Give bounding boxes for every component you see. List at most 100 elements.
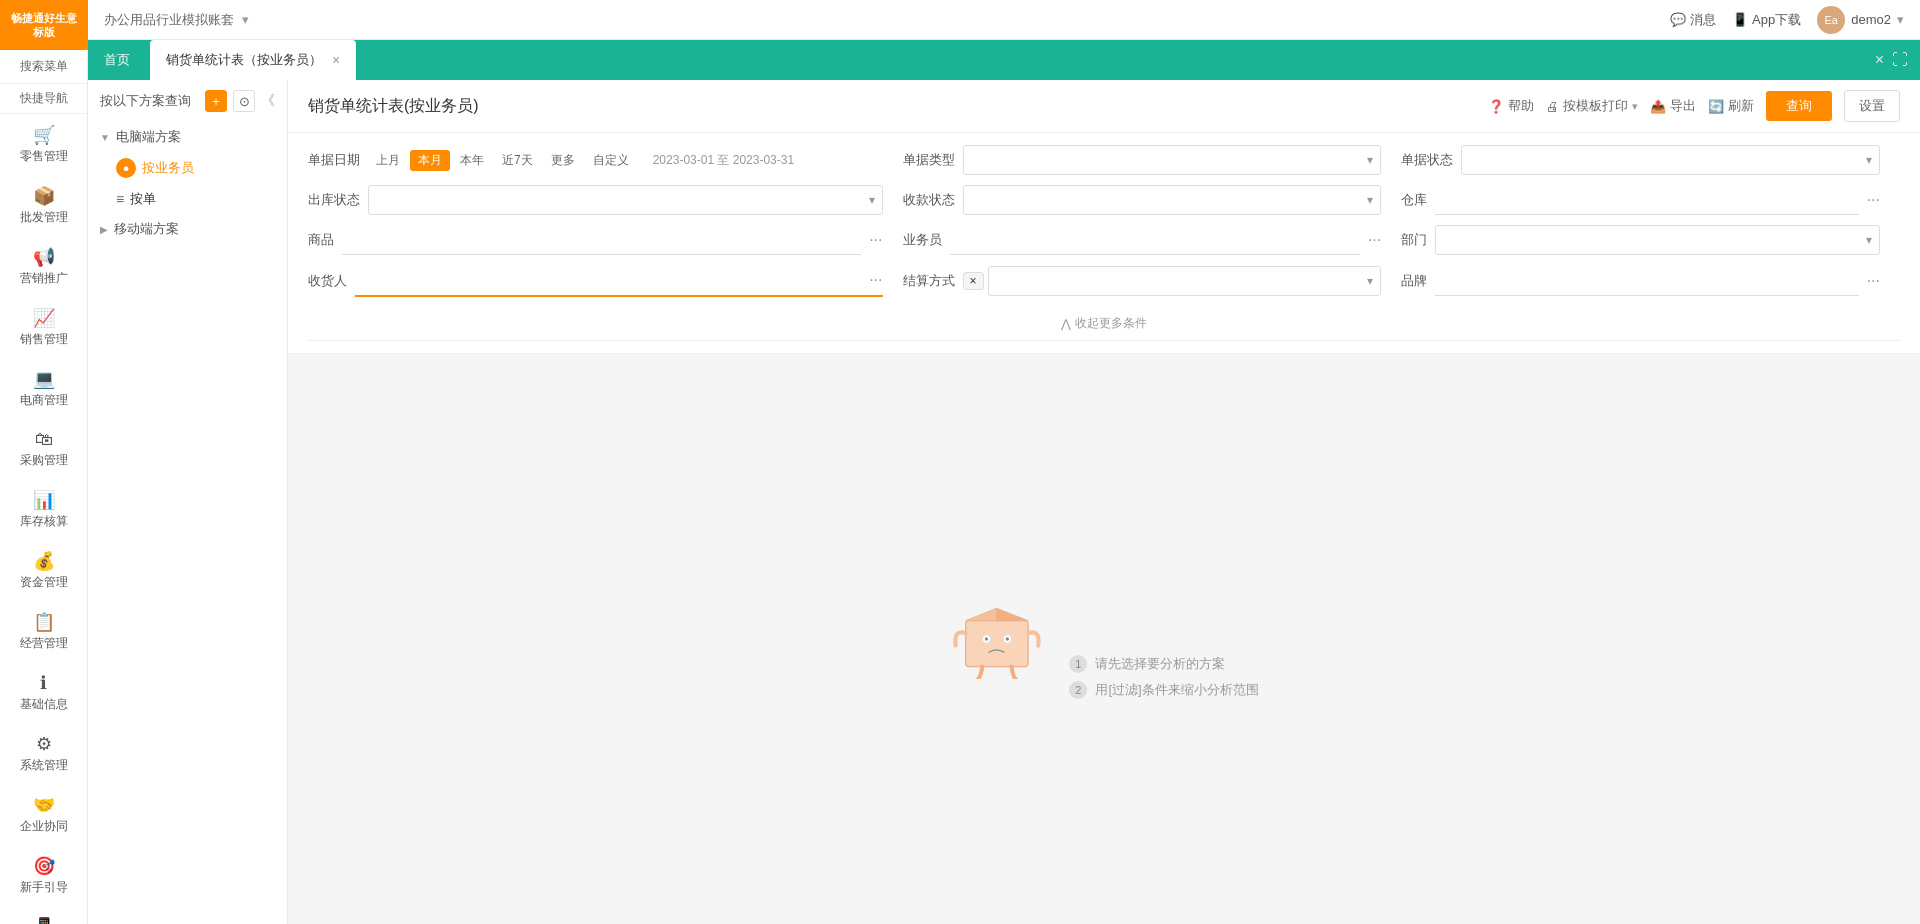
sidebar-item-marketing[interactable]: 📢 营销推广 bbox=[0, 236, 87, 297]
user-area[interactable]: Ea demo2 ▾ bbox=[1817, 6, 1904, 34]
sidebar-item-enterprise[interactable]: 🤝 企业协同 bbox=[0, 784, 87, 845]
date-tab-thismonth[interactable]: 本月 bbox=[410, 150, 450, 171]
date-tab-more[interactable]: 更多 bbox=[543, 150, 583, 171]
help-label: 帮助 bbox=[1508, 97, 1534, 115]
brand-more-icon[interactable]: ··· bbox=[1867, 272, 1880, 290]
tab-expand-btn[interactable]: ⛶ bbox=[1892, 51, 1908, 69]
export-btn[interactable]: 📤 导出 bbox=[1650, 97, 1696, 115]
sidebar-item-retail[interactable]: 🛒 零售管理 bbox=[0, 114, 87, 175]
avatar-text: Ea bbox=[1825, 14, 1838, 26]
sidebar-item-wholesale[interactable]: 📦 批发管理 bbox=[0, 175, 87, 236]
tree-item-order[interactable]: ≡ 按单 bbox=[108, 184, 287, 214]
date-tab-custom[interactable]: 自定义 bbox=[585, 150, 637, 171]
stockstatus-label: 出库状态 bbox=[308, 191, 360, 209]
sidebar-item-appcenter[interactable]: 📱 应用中心 bbox=[0, 906, 87, 924]
goods-input[interactable] bbox=[342, 225, 861, 255]
print-icon: 🖨 bbox=[1546, 99, 1559, 114]
warehouse-more-icon[interactable]: ··· bbox=[1867, 191, 1880, 209]
stockstatus-select[interactable] bbox=[368, 185, 883, 215]
receiver-input[interactable] bbox=[355, 265, 861, 295]
refresh-btn[interactable]: 🔄 刷新 bbox=[1708, 97, 1754, 115]
avatar: Ea bbox=[1817, 6, 1845, 34]
tree-item-salesman[interactable]: ● 按业务员 bbox=[108, 152, 287, 184]
tab-close-icon[interactable]: × bbox=[332, 52, 340, 68]
edit-scheme-btn[interactable]: ⊙ bbox=[233, 90, 255, 112]
sidebar-item-purchase[interactable]: 🛍 采购管理 bbox=[0, 419, 87, 479]
page-header-actions: ❓ 帮助 🖨 按模板打印 ▾ 📤 导出 🔄 刷新 bbox=[1488, 90, 1900, 132]
tree-mobile-expand-icon: ▶ bbox=[100, 224, 108, 235]
filter-group-billstatus: 单据状态 ▾ bbox=[1401, 145, 1900, 175]
tree-mobile[interactable]: ▶ 移动端方案 bbox=[88, 214, 287, 244]
date-tab-last7[interactable]: 近7天 bbox=[494, 150, 541, 171]
topbar: 办公用品行业模拟账套 ▾ 💬 消息 📱 App下载 Ea demo2 ▾ bbox=[88, 0, 1920, 40]
help-icon: ❓ bbox=[1488, 99, 1504, 114]
workspace-dropdown-icon[interactable]: ▾ bbox=[242, 12, 249, 27]
retail-icon: 🛒 bbox=[33, 124, 55, 146]
svg-point-4 bbox=[1006, 637, 1009, 640]
tab-home-label: 首页 bbox=[104, 51, 130, 69]
date-tab-thisyear[interactable]: 本年 bbox=[452, 150, 492, 171]
app-download-btn[interactable]: 📱 App下载 bbox=[1732, 11, 1801, 29]
logo-subtext: 标版 bbox=[33, 25, 55, 39]
billstatus-select[interactable] bbox=[1461, 145, 1880, 175]
tab-close-btn[interactable]: × bbox=[1875, 51, 1884, 69]
date-tab-lastmonth[interactable]: 上月 bbox=[368, 150, 408, 171]
filter-group-goods: 商品 ··· bbox=[308, 225, 903, 255]
template-print-btn[interactable]: 🖨 按模板打印 ▾ bbox=[1546, 97, 1638, 115]
export-icon: 📤 bbox=[1650, 99, 1666, 114]
system-icon: ⚙ bbox=[36, 733, 52, 755]
message-icon: 💬 bbox=[1670, 12, 1686, 27]
purchase-label: 采购管理 bbox=[20, 452, 68, 469]
filter-group-salesman: 业务员 ··· bbox=[903, 225, 1402, 255]
svg-rect-0 bbox=[966, 621, 1028, 667]
sidebar-item-newguide[interactable]: 🎯 新手引导 bbox=[0, 845, 87, 906]
page-title: 销货单统计表(按业务员) bbox=[308, 96, 479, 127]
paymentstatus-label: 收款状态 bbox=[903, 191, 955, 209]
messages-label: 消息 bbox=[1690, 11, 1716, 29]
salesman-input[interactable] bbox=[950, 225, 1360, 255]
billtype-select[interactable] bbox=[963, 145, 1382, 175]
goods-more-icon[interactable]: ··· bbox=[869, 231, 882, 249]
topbar-right: 💬 消息 📱 App下载 Ea demo2 ▾ bbox=[1670, 6, 1904, 34]
ecommerce-icon: 💻 bbox=[33, 368, 55, 390]
collapse-more-btn[interactable]: ⋀ 收起更多条件 bbox=[1049, 313, 1159, 334]
sidebar-item-ecommerce[interactable]: 💻 电商管理 bbox=[0, 358, 87, 419]
filter-row-3: 商品 ··· 业务员 ··· 部门 bbox=[308, 225, 1900, 255]
sidebar-quicknav-section[interactable]: 快捷导航 bbox=[0, 84, 87, 114]
workspace-name: 办公用品行业模拟账套 bbox=[104, 11, 234, 29]
system-label: 系统管理 bbox=[20, 757, 68, 774]
settings-button[interactable]: 设置 bbox=[1844, 90, 1900, 122]
sidebar-item-basicinfo[interactable]: ℹ 基础信息 bbox=[0, 662, 87, 723]
paymethod-select[interactable] bbox=[988, 266, 1382, 296]
billtype-label: 单据类型 bbox=[903, 151, 955, 169]
collapse-panel-btn[interactable]: 《 bbox=[261, 92, 275, 110]
user-dropdown-icon[interactable]: ▾ bbox=[1897, 12, 1904, 27]
sidebar-search-section[interactable]: 搜索菜单 bbox=[0, 50, 87, 84]
tabbar-controls: × ⛶ bbox=[1875, 51, 1920, 69]
sidebar-item-operations[interactable]: 📋 经营管理 bbox=[0, 601, 87, 662]
receiver-more-icon[interactable]: ··· bbox=[869, 271, 882, 289]
filter-group-paymentstatus: 收款状态 ▾ bbox=[903, 185, 1402, 215]
paymethod-tag-close[interactable]: × bbox=[970, 274, 977, 288]
main-area: 办公用品行业模拟账套 ▾ 💬 消息 📱 App下载 Ea demo2 ▾ 首 bbox=[88, 0, 1920, 924]
messages-btn[interactable]: 💬 消息 bbox=[1670, 11, 1716, 29]
sidebar-item-sales[interactable]: 📈 销售管理 bbox=[0, 297, 87, 358]
warehouse-input[interactable] bbox=[1435, 185, 1858, 215]
logo-text: 畅捷通好生意 bbox=[11, 11, 77, 25]
tab-sales-stat[interactable]: 销货单统计表（按业务员） × bbox=[150, 40, 356, 80]
dept-select[interactable] bbox=[1435, 225, 1880, 255]
sidebar-item-system[interactable]: ⚙ 系统管理 bbox=[0, 723, 87, 784]
brand-input[interactable] bbox=[1435, 266, 1858, 296]
tree-desktop[interactable]: ▼ 电脑端方案 bbox=[88, 122, 287, 152]
filter-group-billtype: 单据类型 ▾ bbox=[903, 145, 1402, 175]
add-scheme-btn[interactable]: + bbox=[205, 90, 227, 112]
tab-home[interactable]: 首页 bbox=[88, 40, 146, 80]
sidebar-item-finance[interactable]: 💰 资金管理 bbox=[0, 540, 87, 601]
salesman-more-icon[interactable]: ··· bbox=[1368, 231, 1381, 249]
tree-mobile-label: 移动端方案 bbox=[114, 220, 179, 238]
sidebar-item-inventory[interactable]: 📊 库存核算 bbox=[0, 479, 87, 540]
query-button[interactable]: 查询 bbox=[1766, 91, 1832, 121]
salesman-active-icon: ● bbox=[116, 158, 136, 178]
help-btn[interactable]: ❓ 帮助 bbox=[1488, 97, 1534, 115]
paymentstatus-select[interactable] bbox=[963, 185, 1382, 215]
